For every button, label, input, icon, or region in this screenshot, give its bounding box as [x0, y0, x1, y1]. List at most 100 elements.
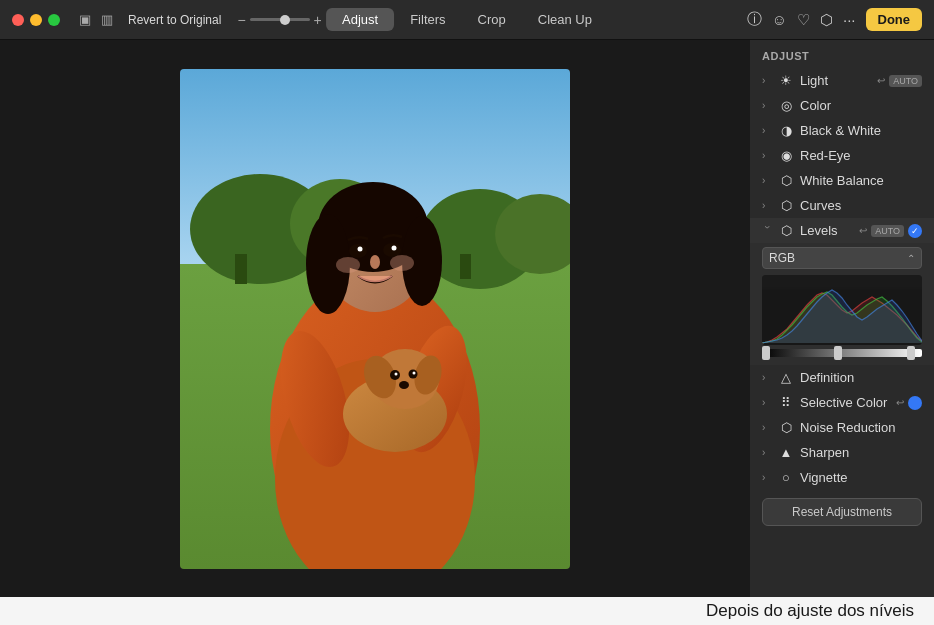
slider-handle-mid[interactable] — [834, 346, 842, 360]
zoom-plus-button[interactable]: + — [314, 12, 322, 28]
light-icon: ☀ — [778, 73, 794, 88]
close-button[interactable] — [12, 14, 24, 26]
chevron-definition: › — [762, 372, 772, 383]
photo-image — [180, 69, 570, 569]
selective-reset-icon: ↩ — [896, 397, 904, 408]
adjust-item-white-balance[interactable]: › ⬡ White Balance — [750, 168, 934, 193]
right-panel: ADJUST › ☀ Light ↩ AUTO › ◎ Color › ◑ Bl… — [749, 40, 934, 597]
adjust-item-black-white[interactable]: › ◑ Black & White — [750, 118, 934, 143]
slider-handle-right[interactable] — [907, 346, 915, 360]
revert-button[interactable]: Revert to Original — [128, 13, 221, 27]
emoji-icon[interactable]: ☺ — [772, 11, 787, 28]
svg-point-28 — [383, 243, 401, 257]
adjust-item-definition[interactable]: › △ Definition — [750, 365, 934, 390]
panel-header: ADJUST — [750, 40, 934, 68]
heart-icon[interactable]: ♡ — [797, 11, 810, 29]
adjust-item-red-eye[interactable]: › ◉ Red-Eye — [750, 143, 934, 168]
adjust-item-noise[interactable]: › ⬡ Noise Reduction — [750, 415, 934, 440]
vignette-label: Vignette — [800, 470, 922, 485]
maximize-button[interactable] — [48, 14, 60, 26]
svg-point-21 — [399, 381, 409, 389]
svg-point-27 — [349, 244, 367, 258]
chevron-selective: › — [762, 397, 772, 408]
window-icons: ▣ ▥ — [76, 11, 116, 28]
rgb-label: RGB — [769, 251, 795, 265]
definition-label: Definition — [800, 370, 922, 385]
noise-icon: ⬡ — [778, 420, 794, 435]
photo-area — [0, 40, 749, 597]
adjust-item-curves[interactable]: › ⬡ Curves — [750, 193, 934, 218]
photo-container — [180, 69, 570, 569]
adjust-item-light[interactable]: › ☀ Light ↩ AUTO — [750, 68, 934, 93]
curves-label: Curves — [800, 198, 922, 213]
more-icon[interactable]: ··· — [843, 11, 856, 28]
redeye-label: Red-Eye — [800, 148, 922, 163]
light-label: Light — [800, 73, 871, 88]
adjust-item-vignette[interactable]: › ○ Vignette — [750, 465, 934, 490]
adjust-item-levels[interactable]: › ⬡ Levels ↩ AUTO ✓ — [750, 218, 934, 243]
caption-text: Depois do ajuste dos níveis — [706, 601, 914, 621]
chevron-light: › — [762, 75, 772, 86]
zoom-slider[interactable] — [250, 18, 310, 21]
wb-icon: ⬡ — [778, 173, 794, 188]
window-icon-2: ▥ — [98, 11, 116, 28]
tab-adjust[interactable]: Adjust — [326, 8, 394, 31]
slider-handle-left[interactable] — [762, 346, 770, 360]
curves-icon: ⬡ — [778, 198, 794, 213]
info-icon[interactable]: ⓘ — [747, 10, 762, 29]
wb-label: White Balance — [800, 173, 922, 188]
color-label: Color — [800, 98, 922, 113]
rgb-dropdown[interactable]: RGB ⌃ — [762, 247, 922, 269]
chevron-color: › — [762, 100, 772, 111]
tab-crop[interactable]: Crop — [462, 8, 522, 31]
tab-cleanup[interactable]: Clean Up — [522, 8, 608, 31]
levels-badges: ↩ AUTO ✓ — [859, 224, 922, 238]
chevron-curves: › — [762, 200, 772, 211]
bottom-caption: Depois do ajuste dos níveis — [0, 597, 934, 625]
titlebar: ▣ ▥ Revert to Original − + Adjust Filter… — [0, 0, 934, 40]
zoom-minus-button[interactable]: − — [237, 12, 245, 28]
levels-section: RGB ⌃ — [750, 243, 934, 365]
light-auto-badge: AUTO — [889, 75, 922, 87]
bw-icon: ◑ — [778, 123, 794, 138]
reset-adjustments-button[interactable]: Reset Adjustments — [762, 498, 922, 526]
chevron-levels: › — [762, 226, 773, 236]
redeye-icon: ◉ — [778, 148, 794, 163]
light-reset-icon: ↩ — [877, 75, 885, 86]
chevron-vignette: › — [762, 472, 772, 483]
definition-icon: △ — [778, 370, 794, 385]
histogram-svg — [762, 275, 922, 345]
svg-point-33 — [390, 255, 414, 271]
rgb-chevron-icon: ⌃ — [907, 253, 915, 264]
levels-icon: ⬡ — [778, 223, 794, 238]
levels-auto-badge: AUTO — [871, 225, 904, 237]
sharpen-icon: ▲ — [778, 445, 794, 460]
adjust-item-color[interactable]: › ◎ Color — [750, 93, 934, 118]
chevron-wb: › — [762, 175, 772, 186]
share-icon[interactable]: ⬡ — [820, 11, 833, 29]
levels-slider[interactable] — [762, 349, 922, 357]
adjust-item-sharpen[interactable]: › ▲ Sharpen — [750, 440, 934, 465]
done-button[interactable]: Done — [866, 8, 923, 31]
svg-point-19 — [394, 372, 397, 375]
nav-tabs: Adjust Filters Crop Clean Up — [326, 8, 608, 31]
tab-filters[interactable]: Filters — [394, 8, 461, 31]
svg-rect-6 — [235, 254, 247, 284]
sharpen-label: Sharpen — [800, 445, 922, 460]
svg-point-20 — [412, 371, 415, 374]
chevron-noise: › — [762, 422, 772, 433]
svg-point-29 — [357, 246, 362, 251]
selective-badges: ↩ — [896, 396, 922, 410]
noise-label: Noise Reduction — [800, 420, 922, 435]
main-content: ADJUST › ☀ Light ↩ AUTO › ◎ Color › ◑ Bl… — [0, 40, 934, 597]
svg-point-30 — [391, 245, 396, 250]
levels-reset-icon: ↩ — [859, 225, 867, 236]
chevron-redeye: › — [762, 150, 772, 161]
window-icon-1: ▣ — [76, 11, 94, 28]
adjust-item-selective-color[interactable]: › ⠿ Selective Color ↩ — [750, 390, 934, 415]
bw-label: Black & White — [800, 123, 922, 138]
traffic-lights — [12, 14, 60, 26]
histogram-container — [762, 275, 922, 345]
minimize-button[interactable] — [30, 14, 42, 26]
svg-rect-8 — [460, 254, 471, 279]
